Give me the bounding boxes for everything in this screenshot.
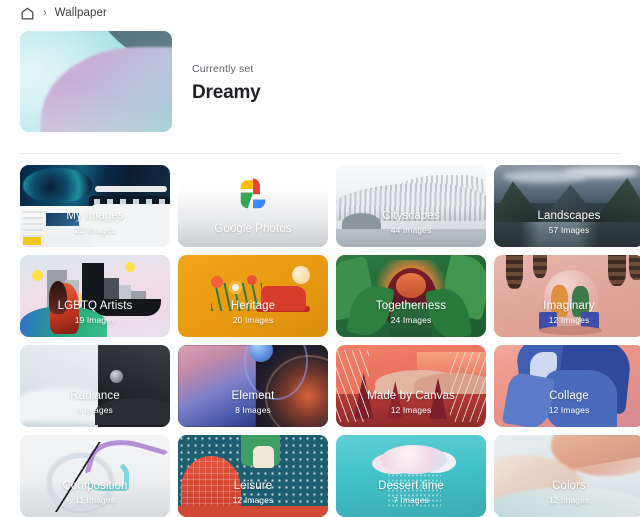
thumb-shape-vine1 (506, 255, 523, 290)
thumb-shape-bar (95, 186, 167, 193)
collection-card-leisure[interactable]: Leisure 12 Images (178, 435, 328, 517)
thumb-shape-swirl (23, 168, 92, 203)
thumb-shape-vine4 (629, 255, 640, 280)
collection-card-made-by-canvas[interactable]: Made by Canvas 12 Images (336, 345, 486, 427)
collection-card-lgbtq-artists[interactable]: LGBTQ Artists 19 Images (20, 255, 170, 337)
collection-card-colors[interactable]: Colors 12 Images (494, 435, 640, 517)
collection-thumbnail-radiance (20, 345, 170, 427)
thumb-shape-stage (539, 325, 602, 336)
collection-card-google-photos[interactable]: Google Photos (178, 165, 328, 247)
collection-thumbnail-google-photos (178, 165, 328, 247)
collection-thumbnail-imaginary (494, 255, 640, 337)
collection-thumbnail-my-images (20, 165, 170, 247)
thumb-shape-ground (336, 228, 486, 247)
thumb-shape-orb (110, 369, 123, 383)
collection-card-cityscapes[interactable]: Cityscapes 44 Images (336, 165, 486, 247)
thumb-shape-disc (292, 266, 310, 285)
collection-thumbnail-made-by-canvas (336, 345, 486, 427)
thumb-shape-sun1 (32, 269, 43, 281)
thumb-shape-refl (494, 222, 640, 247)
thumb-shape-dune2 (95, 397, 170, 426)
collection-card-my-images[interactable]: My Images 22 Images (20, 165, 170, 247)
thumb-shape-face (396, 273, 426, 298)
collection-card-landscapes[interactable]: Landscapes 57 Images (494, 165, 640, 247)
thumb-shape-boot (260, 286, 306, 311)
collection-card-imaginary[interactable]: Imaginary 12 Images (494, 255, 640, 337)
collection-thumbnail-lgbtq-artists (20, 255, 170, 337)
thumb-shape-vine3 (608, 255, 626, 287)
thumb-shape-cloud2 (563, 166, 638, 179)
breadcrumb-current[interactable]: Wallpaper (55, 7, 107, 19)
collection-card-heritage[interactable]: Heritage 20 Images (178, 255, 328, 337)
thumb-shape-body (390, 302, 432, 337)
thumb-shape-hair (48, 281, 67, 315)
thumb-shape-f3 (247, 274, 257, 285)
current-wallpaper-section: Currently set Dreamy (0, 26, 640, 134)
thumb-shape-ship (92, 299, 161, 316)
google-photos-logo-icon (232, 175, 274, 217)
collection-thumbnail-cityscapes (336, 165, 486, 247)
breadcrumb-separator: › (43, 6, 47, 19)
collection-card-element[interactable]: Element 8 Images (178, 345, 328, 427)
collection-thumbnail-landscapes (494, 165, 640, 247)
thumb-shape-rain (387, 472, 441, 508)
collection-thumbnail-composition (20, 435, 170, 517)
thumb-shape-yellow (23, 237, 41, 245)
collection-thumbnail-element (178, 345, 328, 427)
collection-thumbnail-collage (494, 345, 640, 427)
thumb-shape-base (178, 505, 328, 517)
thumb-shape-rod (32, 441, 119, 513)
currently-set-label: Currently set (192, 63, 254, 75)
thumb-shape-vine2 (533, 255, 547, 278)
wallpaper-collections-grid: My Images 22 Images Google Photos Cityscape… (0, 154, 640, 517)
collection-thumbnail-dessert-time (336, 435, 486, 517)
thumb-shape-hand (253, 446, 274, 468)
collection-thumbnail-heritage (178, 255, 328, 337)
collection-thumbnail-leisure (178, 435, 328, 517)
thumb-shape-b3 (545, 369, 617, 427)
current-wallpaper-preview[interactable] (20, 31, 172, 132)
collection-card-togetherness[interactable]: Togetherness 24 Images (336, 255, 486, 337)
thumb-shape-thumb (45, 212, 79, 226)
preview-gradient-sheen (20, 31, 172, 132)
collection-card-composition[interactable]: Composition 11 Images (20, 435, 170, 517)
thumb-shape-win2 (92, 203, 170, 247)
thumb-shape-dock-dots (93, 198, 166, 204)
thumb-shape-b4 (501, 371, 556, 427)
thumb-shape-fern1 (336, 349, 369, 423)
current-wallpaper-meta: Currently set Dreamy (192, 31, 261, 104)
thumb-shape-fern2 (450, 351, 486, 423)
home-icon[interactable] (20, 6, 35, 21)
collection-card-radiance[interactable]: Radiance 8 Images (20, 345, 170, 427)
collection-thumbnail-colors (494, 435, 640, 517)
collection-thumbnail-togetherness (336, 255, 486, 337)
breadcrumb: › Wallpaper (0, 0, 640, 26)
thumb-shape-sun3 (125, 262, 135, 273)
collection-card-dessert-time[interactable]: Dessert time 7 Images (336, 435, 486, 517)
thumb-shape-cloud (381, 444, 447, 475)
collection-card-collage[interactable]: Collage 12 Images (494, 345, 640, 427)
current-wallpaper-name: Dreamy (192, 82, 261, 103)
